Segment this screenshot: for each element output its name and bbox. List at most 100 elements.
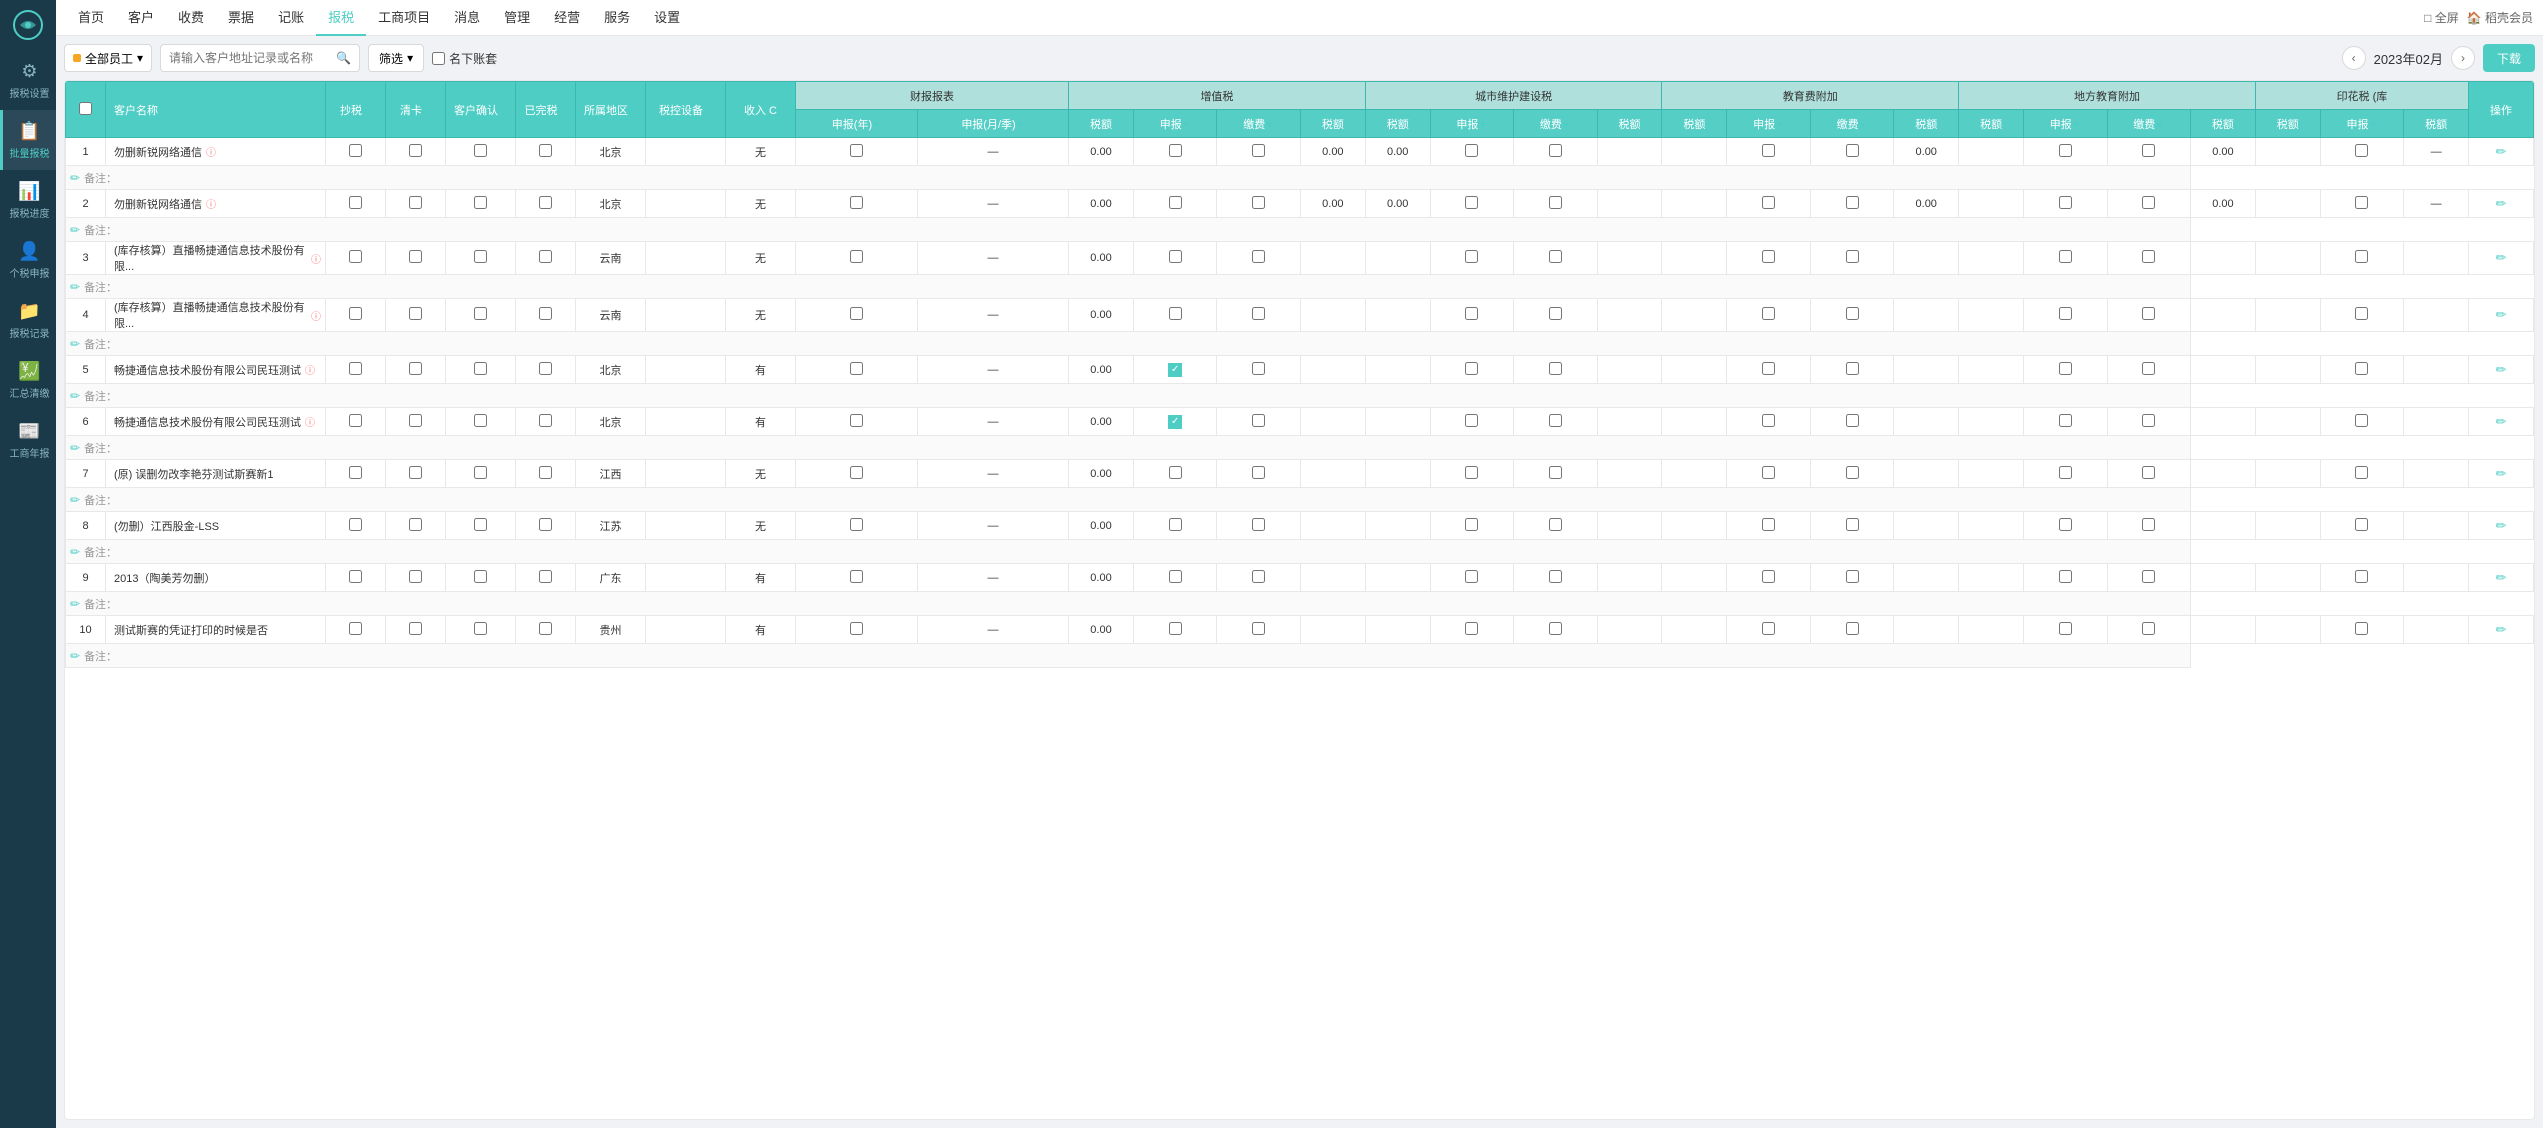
row-jy-jf[interactable] — [1810, 564, 1894, 592]
caibao-nian-cb[interactable] — [850, 362, 863, 375]
row-cs-jf[interactable] — [1514, 299, 1598, 332]
row-df-sb[interactable] — [2024, 138, 2108, 166]
row-df-jf[interactable] — [2107, 356, 2191, 384]
edit-button[interactable]: ✏ — [2496, 307, 2507, 322]
row-caibao-nian[interactable] — [796, 616, 918, 644]
zzs-jf-cb[interactable] — [1252, 414, 1265, 427]
row-chaoshui[interactable] — [326, 512, 386, 540]
note-edit-icon[interactable]: ✏ — [70, 493, 80, 507]
queren-cb[interactable] — [474, 466, 487, 479]
row-jy-sb[interactable] — [1727, 356, 1811, 384]
caibao-nian-cb[interactable] — [850, 144, 863, 157]
zzs-sb-cb[interactable] — [1169, 466, 1182, 479]
row-yh-sb[interactable] — [2320, 138, 2404, 166]
cs-jf-cb[interactable] — [1549, 250, 1562, 263]
row-wanshu[interactable] — [516, 616, 576, 644]
row-yh-sb[interactable] — [2320, 242, 2404, 275]
next-month-btn[interactable]: › — [2451, 46, 2475, 70]
note-edit-icon[interactable]: ✏ — [70, 545, 80, 559]
row-df-sb[interactable] — [2024, 616, 2108, 644]
jy-jf-cb[interactable] — [1846, 414, 1859, 427]
row-caozuo[interactable]: ✏ — [2469, 408, 2534, 436]
df-sb-cb[interactable] — [2059, 196, 2072, 209]
cs-sb-cb[interactable] — [1465, 307, 1478, 320]
sidebar-item-geshuishenbao[interactable]: 👤 个税申报 — [0, 230, 56, 290]
zzs-sb-cb[interactable] — [1169, 196, 1182, 209]
row-df-sb[interactable] — [2024, 356, 2108, 384]
caibao-nian-cb[interactable] — [850, 518, 863, 531]
row-queren[interactable] — [446, 460, 516, 488]
row-yh-sb[interactable] — [2320, 356, 2404, 384]
row-chaoshui[interactable] — [326, 190, 386, 218]
sidebar-item-baoshuishezhi[interactable]: ⚙ 报税设置 — [0, 50, 56, 110]
row-wanshu[interactable] — [516, 190, 576, 218]
row-caibao-nian[interactable] — [796, 408, 918, 436]
zzs-sb-cb[interactable] — [1169, 250, 1182, 263]
row-jy-jf[interactable] — [1810, 616, 1894, 644]
row-cs-sb[interactable] — [1430, 616, 1514, 644]
nav-guanli[interactable]: 管理 — [492, 0, 542, 36]
yh-sb-cb[interactable] — [2355, 622, 2368, 635]
queren-cb[interactable] — [474, 518, 487, 531]
qingka-cb[interactable] — [409, 144, 422, 157]
edit-button[interactable]: ✏ — [2496, 570, 2507, 585]
nav-jingying[interactable]: 经营 — [542, 0, 592, 36]
zzs-jf-cb[interactable] — [1252, 518, 1265, 531]
cs-jf-cb[interactable] — [1549, 518, 1562, 531]
row-yh-sb[interactable] — [2320, 564, 2404, 592]
row-yh-sb[interactable] — [2320, 190, 2404, 218]
row-chaoshui[interactable] — [326, 616, 386, 644]
row-caibao-nian[interactable] — [796, 460, 918, 488]
row-df-jf[interactable] — [2107, 512, 2191, 540]
row-queren[interactable] — [446, 512, 516, 540]
wanshu-cb[interactable] — [539, 570, 552, 583]
fullscreen-btn[interactable]: □ 全屏 — [2424, 9, 2459, 26]
cs-sb-cb[interactable] — [1465, 622, 1478, 635]
mingxia-label[interactable]: 名下账套 — [432, 50, 497, 67]
zzs-sb-cb[interactable] — [1169, 307, 1182, 320]
row-jy-jf[interactable] — [1810, 356, 1894, 384]
df-jf-cb[interactable] — [2142, 307, 2155, 320]
edit-button[interactable]: ✏ — [2496, 622, 2507, 637]
note-edit-icon[interactable]: ✏ — [70, 389, 80, 403]
row-caozuo[interactable]: ✏ — [2469, 242, 2534, 275]
zzs-sb-cb[interactable] — [1169, 144, 1182, 157]
row-jy-sb[interactable] — [1727, 408, 1811, 436]
download-button[interactable]: 下载 — [2483, 44, 2535, 72]
row-jy-sb[interactable] — [1727, 138, 1811, 166]
row-df-jf[interactable] — [2107, 616, 2191, 644]
nav-client[interactable]: 客户 — [116, 0, 166, 36]
cs-sb-cb[interactable] — [1465, 414, 1478, 427]
row-queren[interactable] — [446, 299, 516, 332]
queren-cb[interactable] — [474, 570, 487, 583]
nav-shezhi[interactable]: 设置 — [642, 0, 692, 36]
chaoshui-cb[interactable] — [349, 414, 362, 427]
jy-sb-cb[interactable] — [1762, 414, 1775, 427]
row-df-sb[interactable] — [2024, 460, 2108, 488]
row-caibao-nian[interactable] — [796, 190, 918, 218]
df-sb-cb[interactable] — [2059, 362, 2072, 375]
row-cs-jf[interactable] — [1514, 356, 1598, 384]
edit-button[interactable]: ✏ — [2496, 518, 2507, 533]
row-zzs-sb[interactable] — [1133, 190, 1217, 218]
caibao-nian-cb[interactable] — [850, 466, 863, 479]
note-edit-icon[interactable]: ✏ — [70, 171, 80, 185]
row-zzs-sb[interactable] — [1133, 616, 1217, 644]
row-wanshu[interactable] — [516, 512, 576, 540]
row-caozuo[interactable]: ✏ — [2469, 299, 2534, 332]
qingka-cb[interactable] — [409, 570, 422, 583]
chaoshui-cb[interactable] — [349, 362, 362, 375]
row-cs-jf[interactable] — [1514, 408, 1598, 436]
cs-jf-cb[interactable] — [1549, 570, 1562, 583]
yh-sb-cb[interactable] — [2355, 144, 2368, 157]
row-qingka[interactable] — [386, 299, 446, 332]
queren-cb[interactable] — [474, 622, 487, 635]
row-caibao-nian[interactable] — [796, 138, 918, 166]
df-sb-cb[interactable] — [2059, 307, 2072, 320]
cs-jf-cb[interactable] — [1549, 466, 1562, 479]
row-caozuo[interactable]: ✏ — [2469, 616, 2534, 644]
yh-sb-cb[interactable] — [2355, 250, 2368, 263]
jy-sb-cb[interactable] — [1762, 196, 1775, 209]
nav-piaoju[interactable]: 票据 — [216, 0, 266, 36]
jy-sb-cb[interactable] — [1762, 622, 1775, 635]
